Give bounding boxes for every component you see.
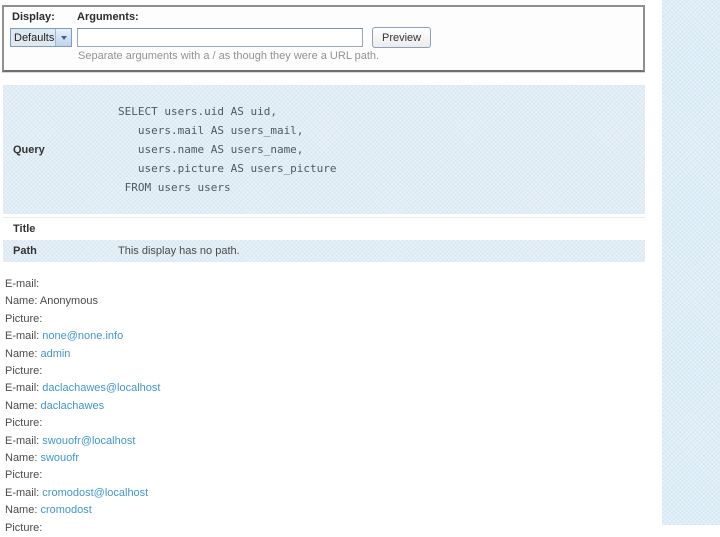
path-row: Path This display has no path. — [3, 240, 645, 262]
field-name: Name: swouofr — [5, 450, 645, 467]
query-value: SELECT users.uid AS uid, users.mail AS u… — [118, 102, 645, 197]
page-background — [662, 0, 720, 525]
user-row: E-mail: swouofr@localhost Name: swouofr Pi… — [5, 433, 645, 485]
name-link[interactable]: swouofr — [40, 452, 79, 464]
name-link[interactable]: cromodost — [40, 504, 91, 516]
arguments-description: Separate arguments with a / as though th… — [78, 50, 380, 62]
email-link[interactable]: swouofr@localhost — [42, 435, 135, 447]
field-label: Name: — [5, 452, 38, 465]
field-name: Name: cromodost — [5, 502, 645, 519]
query-label: Query — [13, 143, 45, 156]
email-link[interactable]: none@none.info — [42, 330, 123, 342]
field-label: Picture: — [5, 417, 43, 430]
field-label: Picture: — [5, 469, 43, 482]
field-name: Name: Anonymous — [5, 293, 645, 310]
field-label: Picture: — [5, 521, 43, 534]
field-label: E-mail: — [5, 278, 40, 290]
email-link[interactable]: daclachawes@localhost — [42, 382, 160, 394]
field-picture: Picture: — [5, 363, 645, 380]
email-link[interactable]: cromodost@localhost — [42, 487, 148, 499]
field-email: E-mail: — [5, 276, 645, 293]
field-picture: Picture: — [5, 520, 645, 537]
title-label: Title — [13, 222, 36, 235]
field-name: Name: daclachawes — [5, 398, 645, 415]
field-label: Name: — [5, 399, 38, 412]
query-row: Query SELECT users.uid AS uid, users.mai… — [3, 85, 645, 214]
name-link[interactable]: daclachawes — [40, 400, 104, 412]
field-label: Name: — [5, 504, 38, 517]
user-row: E-mail: cromodost@localhost Name: cromodo… — [5, 485, 645, 537]
field-email: E-mail: daclachawes@localhost — [5, 380, 645, 397]
field-picture: Picture: — [5, 311, 645, 328]
field-picture: Picture: — [5, 415, 645, 432]
path-value: This display has no path. — [118, 245, 240, 257]
field-label: Name: — [5, 347, 38, 360]
field-label: Picture: — [5, 312, 43, 325]
display-label: Display: — [12, 11, 55, 23]
page: Display: Arguments: Defaults Preview Sep… — [0, 0, 720, 534]
field-picture: Picture: — [5, 467, 645, 484]
name-link[interactable]: admin — [40, 348, 70, 360]
field-label: Picture: — [5, 365, 43, 378]
views-preview-form: Display: Arguments: Defaults Preview Sep… — [2, 5, 645, 72]
view-info-table: Query SELECT users.uid AS uid, users.mai… — [3, 85, 645, 262]
name-value: Anonymous — [39, 295, 98, 308]
user-row: E-mail: daclachawes@localhost Name: dacla… — [5, 380, 645, 432]
field-name: Name: admin — [5, 346, 645, 363]
display-select-value: Defaults — [14, 31, 55, 44]
field-email: E-mail: none@none.info — [5, 328, 645, 345]
chevron-down-icon — [55, 29, 71, 46]
field-label: Name: — [5, 295, 38, 308]
field-label: E-mail: — [5, 382, 40, 395]
main-content: Display: Arguments: Defaults Preview Sep… — [0, 0, 662, 534]
field-email: E-mail: swouofr@localhost — [5, 433, 645, 450]
view-content: E-mail: Name: Anonymous Picture: E-mail: no… — [5, 276, 645, 537]
arguments-label: Arguments: — [77, 11, 139, 23]
field-label: E-mail: — [5, 434, 40, 447]
field-label: E-mail: — [5, 486, 40, 499]
user-row: E-mail: Name: Anonymous Picture: — [5, 276, 645, 328]
field-email: E-mail: cromodost@localhost — [5, 485, 645, 502]
arguments-input[interactable] — [77, 28, 363, 47]
path-label: Path — [13, 245, 37, 257]
query-sql: SELECT users.uid AS uid, users.mail AS u… — [118, 105, 337, 194]
display-select[interactable]: Defaults — [10, 28, 72, 47]
preview-button[interactable]: Preview — [372, 27, 432, 48]
field-label: E-mail: — [5, 330, 40, 343]
title-row: Title — [3, 217, 645, 239]
user-row: E-mail: none@none.info Name: admin Picture… — [5, 328, 645, 380]
